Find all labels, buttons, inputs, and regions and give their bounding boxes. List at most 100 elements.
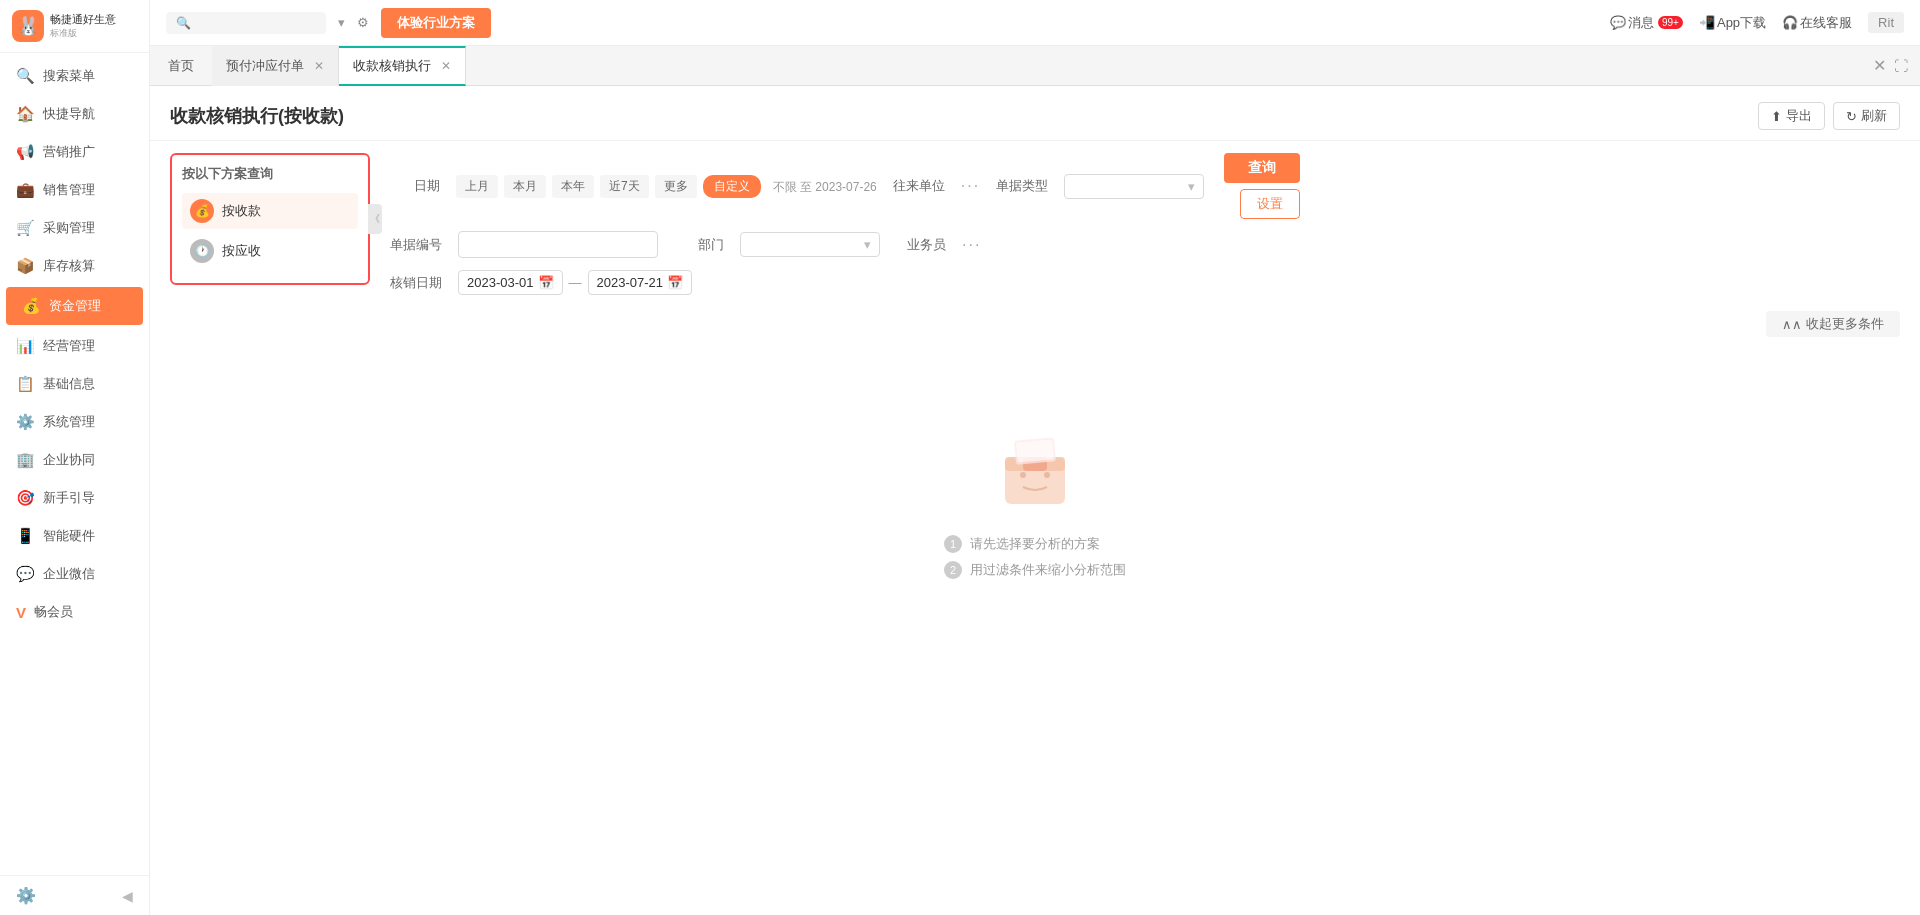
sales-icon: 💼 [16,181,35,199]
sidebar-item-label: 快捷导航 [43,105,95,123]
topbar-gear-icon[interactable]: ⚙ [357,15,369,30]
message-link[interactable]: 💬 消息 99+ [1610,14,1683,32]
sidebar-item-label: 企业协同 [43,451,95,469]
filter-actions: 查询 设置 [1220,153,1300,219]
sidebar-item-label: 畅会员 [34,603,73,621]
query-button[interactable]: 查询 [1224,153,1300,183]
settings-icon[interactable]: ⚙️ [16,886,36,905]
doc-num-input[interactable] [458,231,658,258]
date-btn-this-month[interactable]: 本月 [504,175,546,198]
filter-panel-collapse-btn[interactable]: 《 [368,204,382,234]
page-header: 收款核销执行(按收款) ⬆ 导出 ↻ 刷新 [150,86,1920,141]
app-download-link[interactable]: 📲 App下载 [1699,14,1766,32]
date-btn-last-month[interactable]: 上月 [456,175,498,198]
tab-home[interactable]: 首页 [154,57,208,75]
refresh-button[interactable]: ↻ 刷新 [1833,102,1900,130]
sidebar-item-quicknav[interactable]: 🏠 快捷导航 [0,95,149,133]
tab-prepay-label: 预付冲应付单 [226,57,304,75]
sidebar-item-system[interactable]: ⚙️ 系统管理 [0,403,149,441]
basic-icon: 📋 [16,375,35,393]
message-badge: 99+ [1658,16,1683,29]
collab-icon: 🏢 [16,451,35,469]
topbar-right: 💬 消息 99+ 📲 App下载 🎧 在线客服 Rit [1610,12,1904,33]
empty-hint-2: 2 用过滤条件来缩小分析范围 [944,561,1126,579]
topbar-dropdown-icon[interactable]: ▾ [338,15,345,30]
sidebar-item-search[interactable]: 🔍 搜索菜单 [0,57,149,95]
close-window-icon[interactable]: ✕ [1873,56,1886,75]
date-range-separator: — [569,275,582,290]
sidebar-item-member[interactable]: V 畅会员 [0,593,149,631]
export-label: 导出 [1786,107,1812,125]
sidebar-item-inventory[interactable]: 📦 库存核算 [0,247,149,285]
collapse-more-btn[interactable]: ∧∧ 收起更多条件 [1766,311,1900,337]
tab-receivable[interactable]: 收款核销执行 ✕ [339,46,466,86]
filter-row-1: 日期 上月 本月 本年 近7天 更多 自定义 不限 至 2023-07-26 往… [390,153,1900,219]
empty-state: 1 请先选择要分析的方案 2 用过滤条件来缩小分析范围 [150,359,1920,639]
date-shortcuts: 上月 本月 本年 近7天 更多 自定义 不限 至 2023-07-26 [456,175,877,198]
sidebar-item-purchase[interactable]: 🛒 采购管理 [0,209,149,247]
collapse-more-label: 收起更多条件 [1806,315,1884,333]
sidebar-item-guide[interactable]: 🎯 新手引导 [0,479,149,517]
filter-option-by-receivable[interactable]: 🕐 按应收 [182,233,358,269]
tab-prepay-close[interactable]: ✕ [314,59,324,73]
calendar-start-icon[interactable]: 📅 [538,275,554,290]
user-name[interactable]: Rit [1868,12,1904,33]
calendar-end-icon[interactable]: 📅 [667,275,683,290]
doc-type-arrow-icon: ▾ [1188,179,1195,194]
filter-row-3: 核销日期 2023-03-01 📅 — 2023-07-21 📅 [390,270,1900,295]
app-name: 畅捷通好生意 标准版 [50,12,116,39]
hardware-icon: 📱 [16,527,35,545]
message-icon: 💬 [1610,15,1626,30]
sidebar-item-collab[interactable]: 🏢 企业协同 [0,441,149,479]
tabbar-actions: ✕ ⛶ [1873,56,1920,75]
sidebar-item-wechat[interactable]: 💬 企业微信 [0,555,149,593]
receipt-option-icon: 💰 [190,199,214,223]
sidebar-item-label: 资金管理 [49,297,101,315]
member-icon: V [16,604,26,621]
sidebar-item-label: 营销推广 [43,143,95,161]
hint-text-2: 用过滤条件来缩小分析范围 [970,561,1126,579]
svg-point-4 [1044,472,1050,478]
sidebar-item-basic[interactable]: 📋 基础信息 [0,365,149,403]
logo-icon: 🐰 [12,10,44,42]
date-btn-7days[interactable]: 近7天 [600,175,649,198]
date-btn-custom[interactable]: 自定义 [703,175,761,198]
sidebar-item-hardware[interactable]: 📱 智能硬件 [0,517,149,555]
doc-type-select[interactable]: ▾ [1064,174,1204,199]
date-filter-label: 日期 [390,177,440,195]
doc-num-label: 单据编号 [390,236,442,254]
collapse-more-icon: ∧∧ [1782,317,1802,332]
collapse-sidebar-btn[interactable]: ◀︎ [122,888,133,904]
date-btn-more[interactable]: 更多 [655,175,697,198]
maximize-window-icon[interactable]: ⛶ [1894,58,1908,74]
staff-picker-btn[interactable]: ··· [962,236,981,254]
dept-select[interactable]: ▾ [740,232,880,257]
date-btn-this-year[interactable]: 本年 [552,175,594,198]
tab-prepay[interactable]: 预付冲应付单 ✕ [212,46,339,86]
receivable-option-icon: 🕐 [190,239,214,263]
online-service-link[interactable]: 🎧 在线客服 [1782,14,1852,32]
sidebar-item-marketing[interactable]: 📢 营销推广 [0,133,149,171]
industry-solution-button[interactable]: 体验行业方案 [381,8,491,38]
filter-option-by-receipt[interactable]: 💰 按收款 [182,193,358,229]
verify-date-end-wrap[interactable]: 2023-07-21 📅 [588,270,693,295]
export-button[interactable]: ⬆ 导出 [1758,102,1825,130]
refresh-label: 刷新 [1861,107,1887,125]
verify-date-start-wrap[interactable]: 2023-03-01 📅 [458,270,563,295]
main-container: 🔍 ▾ ⚙ 体验行业方案 💬 消息 99+ 📲 App下载 🎧 在线客服 Rit… [150,0,1920,915]
app-logo: 🐰 畅捷通好生意 标准版 [0,0,149,53]
setting-button[interactable]: 设置 [1240,189,1300,219]
download-icon: 📲 [1699,15,1715,30]
refresh-icon: ↻ [1846,109,1857,124]
tab-receivable-close[interactable]: ✕ [441,59,451,73]
empty-illustration [985,419,1085,519]
empty-hints: 1 请先选择要分析的方案 2 用过滤条件来缩小分析范围 [944,535,1126,579]
topbar-search-icon: 🔍 [176,16,191,30]
sidebar-item-operations[interactable]: 📊 经营管理 [0,327,149,365]
topbar-search[interactable]: 🔍 [166,12,326,34]
sidebar-item-finance[interactable]: 💰 资金管理 [6,287,143,325]
filter-right: 日期 上月 本月 本年 近7天 更多 自定义 不限 至 2023-07-26 往… [390,153,1900,347]
sidebar-item-sales[interactable]: 💼 销售管理 [0,171,149,209]
partner-picker-btn[interactable]: ··· [961,177,980,195]
page-content: 收款核销执行(按收款) ⬆ 导出 ↻ 刷新 按以下方案查询 💰 按收款 [150,86,1920,915]
